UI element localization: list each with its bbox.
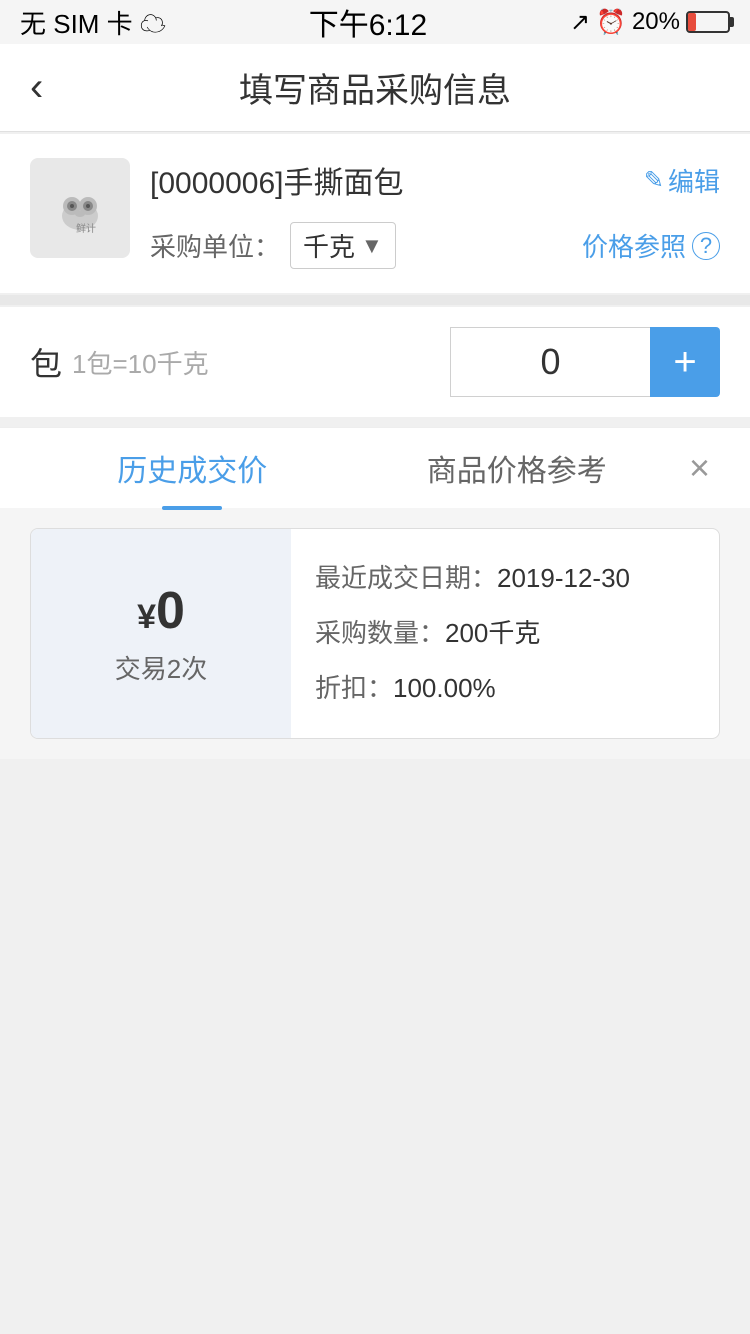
- discount-row: 折扣：100.00%: [315, 669, 695, 708]
- quantity-increment-button[interactable]: +: [650, 327, 720, 397]
- unit-dropdown-arrow: ▼: [361, 233, 383, 259]
- svg-text:鲜计: 鲜计: [76, 222, 96, 235]
- page-title: 填写商品采购信息: [239, 63, 511, 112]
- qty-label: 采购数量：: [315, 618, 445, 648]
- recent-date-row: 最近成交日期：2019-12-30: [315, 559, 695, 598]
- product-name-row: [0000006]手撕面包 ✎ 编辑: [150, 158, 720, 202]
- product-info: [0000006]手撕面包 ✎ 编辑 采购单位： 千克 ▼ 价格参照 ?: [150, 158, 720, 269]
- tabs-section: 历史成交价 商品价格参考 × ¥0 交易2次 最近成交日期：2019-12-30…: [0, 427, 750, 759]
- tab2-label: 商品价格参考: [427, 455, 607, 488]
- unit-select[interactable]: 千克 ▼: [290, 222, 396, 269]
- unit-label: 采购单位：: [150, 227, 280, 264]
- tab1-label: 历史成交价: [117, 455, 267, 488]
- edit-label: 编辑: [668, 162, 720, 199]
- card-section: ¥0 交易2次 最近成交日期：2019-12-30 采购数量：200千克 折扣：…: [0, 508, 750, 759]
- quantity-input[interactable]: 0: [450, 327, 650, 397]
- quantity-unit: 包: [30, 339, 62, 385]
- purchase-qty-row: 采购数量：200千克: [315, 614, 695, 653]
- tab-product-price[interactable]: 商品价格参考: [354, 426, 678, 510]
- card-right: 最近成交日期：2019-12-30 采购数量：200千克 折扣：100.00%: [291, 529, 719, 738]
- quantity-right: 0 +: [450, 327, 720, 397]
- help-icon: ?: [692, 232, 720, 260]
- page-header: ‹ 填写商品采购信息: [0, 44, 750, 132]
- product-row: 鲜计 [0000006]手撕面包 ✎ 编辑 采购单位： 千克 ▼: [30, 158, 720, 269]
- product-logo: 鲜计: [50, 178, 110, 238]
- status-right: ↗ ⏰ 20%: [570, 8, 730, 37]
- recent-date-value: 2019-12-30: [497, 563, 630, 593]
- status-left: 无 SIM 卡 ☁: [20, 4, 166, 41]
- discount-label: 折扣：: [315, 673, 393, 703]
- back-button[interactable]: ‹: [30, 65, 43, 110]
- transaction-card: ¥0 交易2次 最近成交日期：2019-12-30 采购数量：200千克 折扣：…: [30, 528, 720, 739]
- price-ref-label: 价格参照: [582, 227, 686, 264]
- quantity-section: 包 1包=10千克 0 +: [0, 307, 750, 417]
- location-icon: ↗: [570, 8, 590, 37]
- tabs-header: 历史成交价 商品价格参考 ×: [0, 428, 750, 508]
- card-left: ¥0 交易2次: [31, 529, 291, 738]
- product-section: 鲜计 [0000006]手撕面包 ✎ 编辑 采购单位： 千克 ▼: [0, 134, 750, 293]
- quantity-left: 包 1包=10千克: [30, 339, 209, 385]
- product-name: [0000006]手撕面包: [150, 158, 403, 202]
- unit-row: 采购单位： 千克 ▼ 价格参照 ?: [150, 222, 720, 269]
- status-bar: 无 SIM 卡 ☁ 下午6:12 ↗ ⏰ 20%: [0, 0, 750, 44]
- battery-icon: [686, 11, 730, 33]
- card-price: ¥0: [137, 581, 185, 641]
- divider: [0, 295, 750, 305]
- battery-pct: 20%: [632, 8, 680, 36]
- discount-value: 100.00%: [393, 673, 496, 703]
- currency-symbol: ¥: [137, 598, 156, 636]
- plus-icon: +: [673, 340, 696, 385]
- quantity-conversion: 1包=10千克: [72, 344, 209, 381]
- trade-count: 交易2次: [115, 649, 207, 686]
- quantity-value: 0: [540, 341, 560, 383]
- tab-history-price[interactable]: 历史成交价: [30, 426, 354, 510]
- price-reference-button[interactable]: 价格参照 ?: [582, 227, 720, 264]
- unit-value: 千克: [303, 227, 355, 264]
- price-value: 0: [156, 582, 185, 640]
- recent-date-label: 最近成交日期：: [315, 563, 497, 593]
- edit-icon: ✎: [644, 166, 664, 195]
- alarm-icon: ⏰: [596, 8, 626, 37]
- status-time: 下午6:12: [309, 0, 427, 44]
- no-sim-label: 无 SIM 卡 ☁: [20, 4, 166, 41]
- qty-value: 200千克: [445, 618, 540, 648]
- product-image: 鲜计: [30, 158, 130, 258]
- tab-close-button[interactable]: ×: [679, 437, 720, 499]
- edit-button[interactable]: ✎ 编辑: [644, 162, 720, 199]
